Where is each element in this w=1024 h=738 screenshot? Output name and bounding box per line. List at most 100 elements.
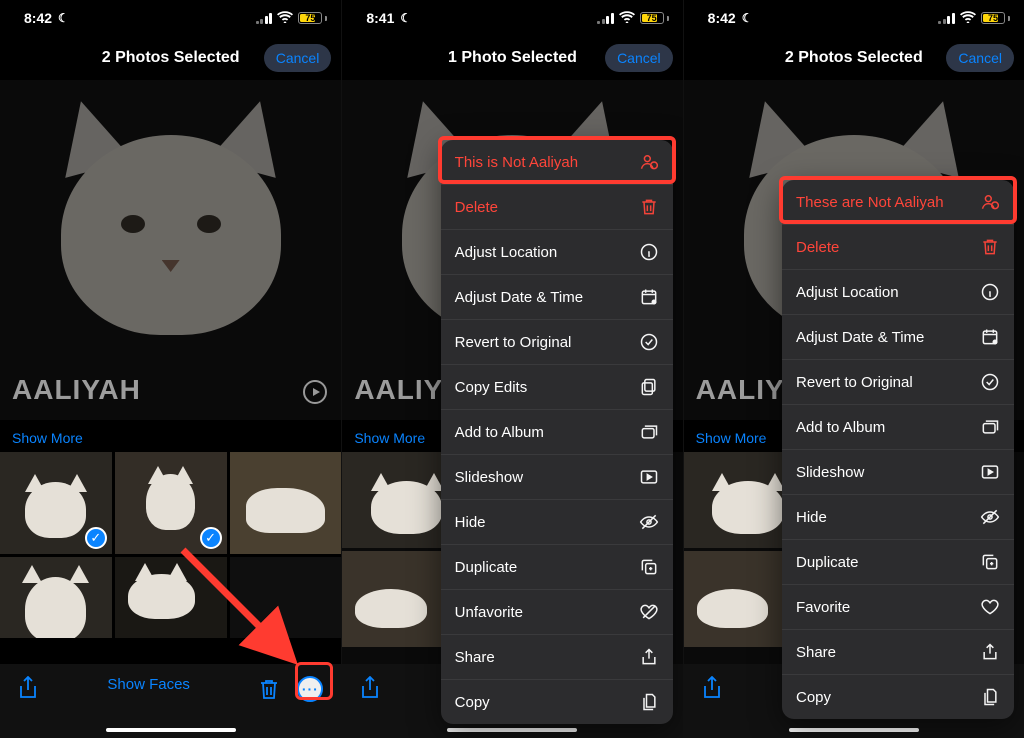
eye-slash-icon bbox=[980, 507, 1000, 527]
status-bar: 8:42 ☾ 75 bbox=[684, 0, 1024, 36]
eye-slash-icon bbox=[639, 512, 659, 532]
wifi-icon bbox=[960, 10, 976, 26]
battery-icon: 75 bbox=[981, 12, 1010, 24]
menu-add-album[interactable]: Add to Album bbox=[441, 410, 673, 455]
menu-slideshow[interactable]: Slideshow bbox=[441, 455, 673, 500]
thumbnail[interactable] bbox=[0, 557, 112, 638]
focus-moon-icon: ☾ bbox=[742, 11, 753, 25]
show-more-link[interactable]: Show More bbox=[0, 420, 341, 452]
menu-share[interactable]: Share bbox=[441, 635, 673, 680]
menu-copy-edits[interactable]: Copy Edits bbox=[441, 365, 673, 410]
hero-photo[interactable]: AALIYAH bbox=[0, 80, 341, 420]
context-menu: This is Not Aaliyah Delete Adjust Locati… bbox=[441, 140, 673, 724]
page-title: 2 Photos Selected bbox=[102, 49, 240, 67]
phone-screen-3: 8:42 ☾ 75 2 Photos Selected Cancel AALIY… bbox=[683, 0, 1024, 738]
menu-favorite[interactable]: Favorite bbox=[782, 585, 1014, 630]
menu-item-label: These are Not Aaliyah bbox=[796, 194, 944, 211]
thumbnail[interactable] bbox=[230, 452, 342, 554]
status-bar: 8:41 ☾ 75 bbox=[342, 0, 682, 36]
annotation-arrow bbox=[173, 540, 313, 680]
cat-illustration bbox=[0, 80, 341, 420]
menu-delete[interactable]: Delete bbox=[441, 185, 673, 230]
home-indicator[interactable] bbox=[447, 728, 577, 732]
menu-item-label: Favorite bbox=[796, 599, 850, 616]
menu-item-label: Revert to Original bbox=[455, 334, 572, 351]
share-icon bbox=[980, 642, 1000, 662]
menu-item-label: Add to Album bbox=[796, 419, 885, 436]
status-time: 8:42 bbox=[708, 10, 736, 26]
menu-item-label: Adjust Date & Time bbox=[796, 329, 924, 346]
menu-not-this-person[interactable]: These are Not Aaliyah bbox=[782, 180, 1014, 225]
cancel-button[interactable]: Cancel bbox=[264, 44, 332, 72]
album-icon bbox=[980, 417, 1000, 437]
nav-header: 2 Photos Selected Cancel bbox=[684, 36, 1024, 80]
menu-unfavorite[interactable]: Unfavorite bbox=[441, 590, 673, 635]
menu-copy[interactable]: Copy bbox=[441, 680, 673, 724]
nav-header: 2 Photos Selected Cancel bbox=[0, 36, 341, 80]
focus-moon-icon: ☾ bbox=[58, 11, 69, 25]
revert-icon bbox=[639, 332, 659, 352]
menu-add-album[interactable]: Add to Album bbox=[782, 405, 1014, 450]
menu-hide[interactable]: Hide bbox=[782, 495, 1014, 540]
menu-item-label: Duplicate bbox=[455, 559, 518, 576]
share-button[interactable] bbox=[360, 676, 380, 700]
menu-item-label: Delete bbox=[455, 199, 498, 216]
page-title: 1 Photo Selected bbox=[448, 49, 577, 67]
cancel-button[interactable]: Cancel bbox=[946, 44, 1014, 72]
status-time: 8:42 bbox=[24, 10, 52, 26]
play-icon[interactable] bbox=[303, 380, 327, 404]
wifi-icon bbox=[619, 10, 635, 26]
menu-item-label: This is Not Aaliyah bbox=[455, 154, 578, 171]
menu-item-label: Hide bbox=[796, 509, 827, 526]
thumbnail[interactable]: ✓ bbox=[115, 452, 227, 554]
menu-item-label: Copy bbox=[796, 689, 831, 706]
copy-edits-icon bbox=[639, 377, 659, 397]
menu-duplicate[interactable]: Duplicate bbox=[441, 545, 673, 590]
menu-slideshow[interactable]: Slideshow bbox=[782, 450, 1014, 495]
duplicate-icon bbox=[980, 552, 1000, 572]
menu-adjust-datetime[interactable]: Adjust Date & Time bbox=[782, 315, 1014, 360]
share-icon bbox=[639, 647, 659, 667]
menu-copy[interactable]: Copy bbox=[782, 675, 1014, 719]
copy-doc-icon bbox=[980, 687, 1000, 707]
heart-icon bbox=[980, 597, 1000, 617]
menu-adjust-location[interactable]: Adjust Location bbox=[441, 230, 673, 275]
selected-check-icon: ✓ bbox=[85, 527, 107, 549]
share-button[interactable] bbox=[18, 676, 38, 700]
menu-hide[interactable]: Hide bbox=[441, 500, 673, 545]
menu-revert[interactable]: Revert to Original bbox=[441, 320, 673, 365]
home-indicator[interactable] bbox=[789, 728, 919, 732]
context-menu: These are Not Aaliyah Delete Adjust Loca… bbox=[782, 180, 1014, 719]
menu-item-label: Share bbox=[455, 649, 495, 666]
share-button[interactable] bbox=[702, 676, 722, 700]
cellular-icon bbox=[938, 13, 955, 24]
calendar-icon bbox=[639, 287, 659, 307]
thumbnail[interactable]: ✓ bbox=[0, 452, 112, 554]
copy-doc-icon bbox=[639, 692, 659, 712]
status-time: 8:41 bbox=[366, 10, 394, 26]
cancel-button[interactable]: Cancel bbox=[605, 44, 673, 72]
menu-item-label: Revert to Original bbox=[796, 374, 913, 391]
phone-screen-2: 8:41 ☾ 75 1 Photo Selected Cancel AALIYA… bbox=[341, 0, 682, 738]
menu-revert[interactable]: Revert to Original bbox=[782, 360, 1014, 405]
thumbnail-grid: ✓ ✓ bbox=[0, 452, 341, 554]
person-badge-icon bbox=[639, 152, 659, 172]
menu-duplicate[interactable]: Duplicate bbox=[782, 540, 1014, 585]
menu-adjust-datetime[interactable]: Adjust Date & Time bbox=[441, 275, 673, 320]
nav-header: 1 Photo Selected Cancel bbox=[342, 36, 682, 80]
menu-item-label: Share bbox=[796, 644, 836, 661]
revert-icon bbox=[980, 372, 1000, 392]
menu-not-this-person[interactable]: This is Not Aaliyah bbox=[441, 140, 673, 185]
menu-adjust-location[interactable]: Adjust Location bbox=[782, 270, 1014, 315]
home-indicator[interactable] bbox=[106, 728, 236, 732]
status-bar: 8:42 ☾ 75 bbox=[0, 0, 341, 36]
info-icon bbox=[980, 282, 1000, 302]
wifi-icon bbox=[277, 10, 293, 26]
menu-delete[interactable]: Delete bbox=[782, 225, 1014, 270]
trash-button[interactable] bbox=[259, 678, 279, 700]
menu-item-label: Adjust Location bbox=[455, 244, 558, 261]
info-icon bbox=[639, 242, 659, 262]
menu-share[interactable]: Share bbox=[782, 630, 1014, 675]
menu-item-label: Slideshow bbox=[796, 464, 864, 481]
menu-item-label: Unfavorite bbox=[455, 604, 523, 621]
